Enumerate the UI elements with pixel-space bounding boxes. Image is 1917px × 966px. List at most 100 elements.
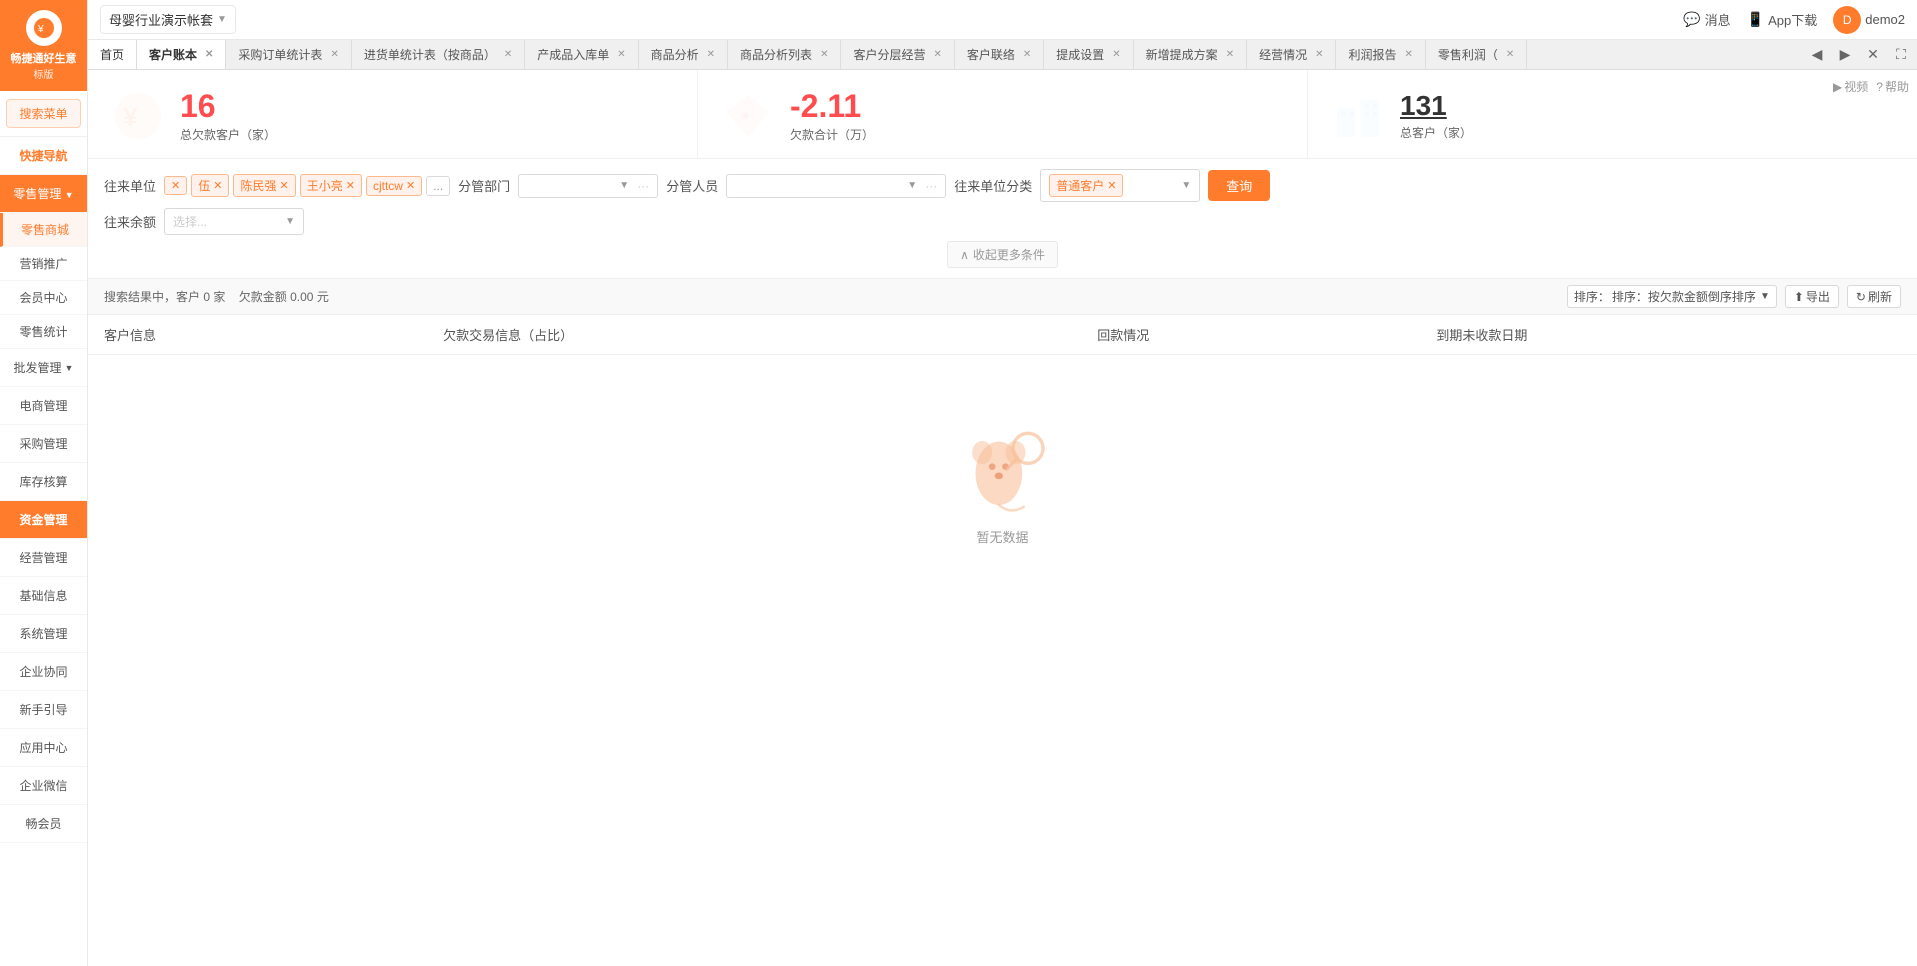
sidebar-item-new-user-guide[interactable]: 新手引导 (0, 691, 87, 729)
export-btn[interactable]: ⬆ 导出 (1785, 285, 1839, 308)
filter-tag-wu: 伍 ✕ (191, 174, 229, 197)
tab-close-icon[interactable]: ✕ (1506, 49, 1514, 60)
category-tags: 普通客户 ✕ (1049, 174, 1177, 197)
tab-fullscreen-button[interactable]: ⛶ (1889, 43, 1913, 67)
tab-next-button[interactable]: ▶ (1833, 43, 1857, 67)
sidebar: ¥ 畅捷通好生意 标版 搜索菜单 快捷导航 零售管理 ▼ 零售商城 营销推广 会… (0, 0, 88, 966)
sidebar-item-wholesale-mgmt[interactable]: 批发管理 ▼ (0, 349, 87, 387)
messages-btn[interactable]: 💬 消息 (1683, 10, 1730, 29)
result-bar-left: 搜索结果中，客户 0 家 欠款金额 0.00 元 (104, 288, 329, 305)
tab-close-icon[interactable]: ✕ (1226, 49, 1234, 60)
sidebar-item-retail-stats[interactable]: 零售统计 (0, 315, 87, 349)
sidebar-item-basic-info[interactable]: 基础信息 (0, 577, 87, 615)
filter-dots[interactable]: ··· (925, 179, 937, 193)
sidebar-item-retail-mgmt[interactable]: 零售管理 ▼ (0, 175, 87, 213)
tab-prev-button[interactable]: ◀ (1805, 43, 1829, 67)
query-button[interactable]: 查询 (1208, 170, 1270, 201)
question-icon: ? (1876, 80, 1883, 94)
industry-selector[interactable]: 母婴行业演示帐套 ▼ (100, 5, 236, 34)
tab-close-icon[interactable]: ✕ (1112, 49, 1120, 60)
person-filter-select[interactable]: ▼ ··· (726, 174, 946, 198)
tabbar-controls: ◀ ▶ ✕ ⛶ (1801, 43, 1917, 67)
sidebar-item-operations-mgmt[interactable]: 经营管理 (0, 539, 87, 577)
tag-label: 陈民强 (240, 177, 276, 194)
filter-more-button[interactable]: ... (426, 176, 450, 196)
sidebar-item-vip-member[interactable]: 畅会员 (0, 805, 87, 843)
tab-close-all-button[interactable]: ✕ (1861, 43, 1885, 67)
tab-close-icon[interactable]: ✕ (1023, 49, 1031, 60)
col-repayment: 回款情况 (1081, 315, 1420, 355)
sidebar-item-purchase-mgmt[interactable]: 采购管理 (0, 425, 87, 463)
tab-goods-stats[interactable]: 进货单统计表（按商品） ✕ (352, 40, 525, 69)
user-profile[interactable]: D demo2 (1833, 6, 1905, 34)
tab-goods-analysis-list[interactable]: 商品分析列表 ✕ (728, 40, 841, 69)
tab-close-icon[interactable]: ✕ (205, 49, 213, 60)
stat-label: 欠款合计（万） (790, 126, 874, 143)
stat-info: 131 总客户（家） (1400, 92, 1472, 141)
tab-customer-account[interactable]: 客户账本 ✕ (137, 40, 226, 69)
empty-illustration (953, 415, 1053, 515)
tag-close-icon[interactable]: ✕ (171, 179, 180, 192)
tab-close-icon[interactable]: ✕ (820, 49, 828, 60)
collapse-button[interactable]: ∧ 收起更多条件 (947, 241, 1058, 268)
search-menu-button[interactable]: 搜索菜单 (6, 99, 81, 128)
tag-close-icon[interactable]: ✕ (213, 179, 222, 192)
sidebar-item-member-center[interactable]: 会员中心 (0, 281, 87, 315)
tab-customer-contact[interactable]: 客户联络 ✕ (955, 40, 1044, 69)
tab-close-icon[interactable]: ✕ (504, 49, 512, 60)
tab-label: 进货单统计表（按商品） (364, 46, 496, 63)
sidebar-item-inventory-check[interactable]: 库存核算 (0, 463, 87, 501)
chevron-down-icon: ▼ (285, 216, 295, 227)
filter-tag-wang: 王小亮 ✕ (300, 174, 362, 197)
topbar-right: 💬 消息 📱 App下载 D demo2 (1683, 6, 1905, 34)
app-download-btn[interactable]: 📱 App下载 (1747, 10, 1818, 29)
tab-close-icon[interactable]: ✕ (933, 49, 941, 60)
page-content: ¥ 16 总欠款客户（家） ✦ -2.11 欠款合计 (88, 70, 1917, 966)
tag-close-icon[interactable]: ✕ (346, 179, 355, 192)
tab-tip-settings[interactable]: 提成设置 ✕ (1044, 40, 1133, 69)
tab-close-icon[interactable]: ✕ (617, 49, 625, 60)
sidebar-item-enterprise-coop[interactable]: 企业协同 (0, 653, 87, 691)
sidebar-item-marketing[interactable]: 营销推广 (0, 247, 87, 281)
tab-business-status[interactable]: 经营情况 ✕ (1247, 40, 1336, 69)
tag-close-icon[interactable]: ✕ (406, 179, 415, 192)
dept-filter-select[interactable]: ▼ ··· (518, 174, 658, 198)
sidebar-item-capital-mgmt[interactable]: 资金管理 (0, 501, 87, 539)
tab-close-icon[interactable]: ✕ (330, 49, 338, 60)
help-btn[interactable]: ? 帮助 (1876, 78, 1909, 95)
tab-production-stock[interactable]: 产成品入库单 ✕ (525, 40, 638, 69)
tab-label: 采购订单统计表 (238, 46, 322, 63)
tab-home[interactable]: 首页 (88, 40, 137, 69)
sidebar-logo: ¥ 畅捷通好生意 标版 (0, 0, 87, 91)
sidebar-item-enterprise-wechat[interactable]: 企业微信 (0, 767, 87, 805)
sidebar-item-label: 零售管理 (13, 187, 61, 201)
tab-close-icon[interactable]: ✕ (1315, 49, 1323, 60)
video-help-btn[interactable]: ▶ 视频 (1833, 78, 1868, 95)
refresh-btn[interactable]: ↻ 刷新 (1847, 285, 1901, 308)
tab-close-icon[interactable]: ✕ (707, 49, 715, 60)
tab-customer-tier[interactable]: 客户分层经营 ✕ (841, 40, 954, 69)
sidebar-item-ecommerce-mgmt[interactable]: 电商管理 (0, 387, 87, 425)
tag-close-icon[interactable]: ✕ (1107, 179, 1116, 192)
refresh-icon: ↻ (1856, 290, 1866, 304)
tab-retail-profit[interactable]: 零售利润（ ✕ (1426, 40, 1527, 69)
sort-select[interactable]: 排序： 排序：按欠款金额倒序排序 ▼ (1567, 285, 1777, 308)
tab-close-icon[interactable]: ✕ (1405, 49, 1413, 60)
tab-profit-report[interactable]: 利润报告 ✕ (1336, 40, 1425, 69)
debt-unit: 元 (317, 290, 329, 304)
filter-dots[interactable]: ··· (637, 179, 649, 193)
tab-new-tip-plan[interactable]: 新增提成方案 ✕ (1134, 40, 1247, 69)
tab-purchase-order[interactable]: 采购订单统计表 ✕ (226, 40, 351, 69)
sidebar-item-app-center[interactable]: 应用中心 (0, 729, 87, 767)
chevron-down-icon: ▼ (619, 180, 629, 191)
unit-filter-label: 往来单位 (104, 176, 156, 195)
filter-tag-unit: ✕ (164, 176, 187, 195)
yuan-icon: ¥ (108, 86, 168, 146)
balance-filter-select[interactable]: 选择... ▼ (164, 208, 304, 235)
sidebar-item-system-mgmt[interactable]: 系统管理 (0, 615, 87, 653)
sidebar-item-retail-mall[interactable]: 零售商城 (0, 213, 87, 247)
tab-goods-analysis[interactable]: 商品分析 ✕ (639, 40, 728, 69)
tag-close-icon[interactable]: ✕ (279, 179, 288, 192)
sidebar-item-quick-nav[interactable]: 快捷导航 (0, 137, 87, 175)
category-filter-select[interactable]: 普通客户 ✕ ▼ (1040, 169, 1200, 202)
